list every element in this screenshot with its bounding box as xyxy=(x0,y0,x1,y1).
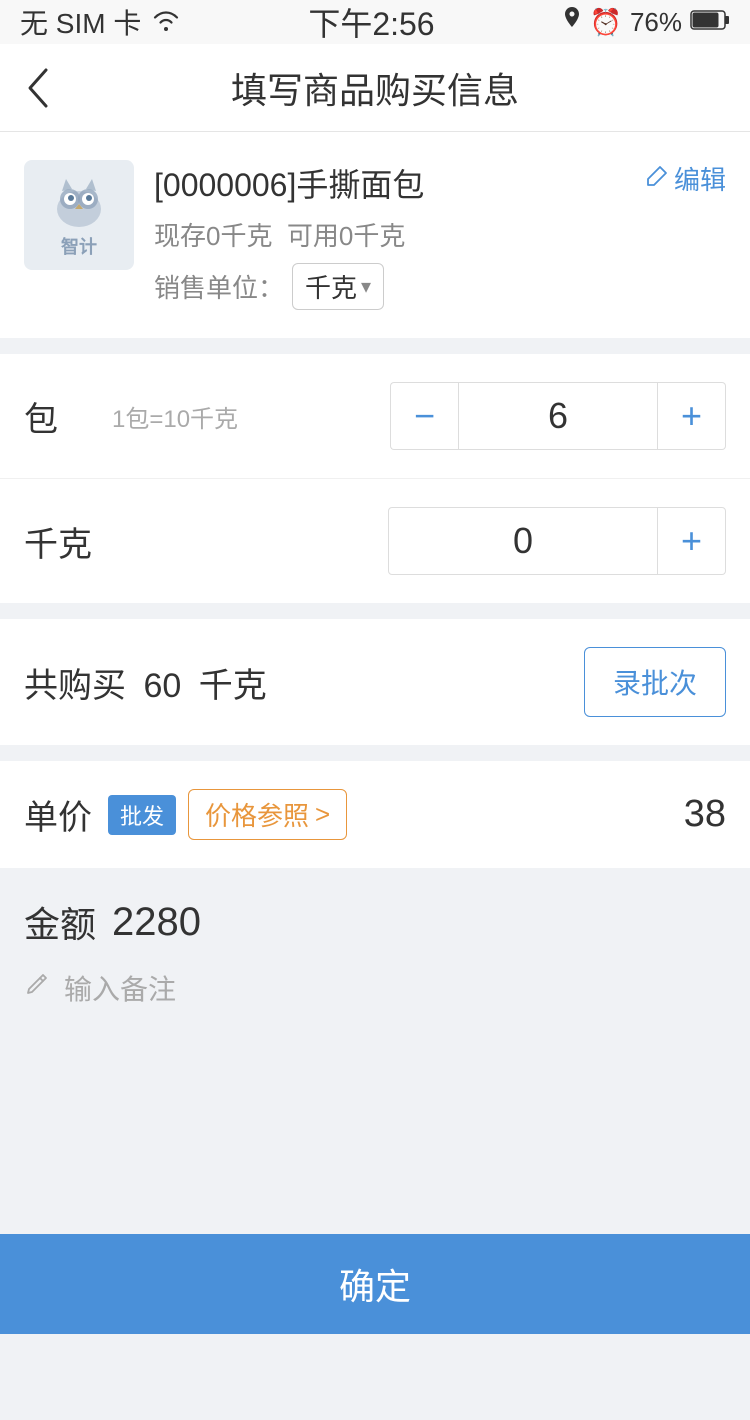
amount-label: 金额 xyxy=(24,896,96,948)
status-bar: 无 SIM 卡 下午2:56 ⏰ 76% xyxy=(0,0,750,44)
total-section: 共购买 60 千克 录批次 xyxy=(0,619,750,745)
price-label: 单价 xyxy=(24,790,92,839)
edit-button[interactable]: 编辑 xyxy=(646,160,726,197)
status-left: 无 SIM 卡 xyxy=(20,2,181,42)
edit-icon xyxy=(646,163,670,194)
product-info: [0000006]手撕面包 现存0千克 可用0千克 销售单位： 千克 ▾ xyxy=(154,160,726,310)
bag-hint: 1包=10千克 xyxy=(112,399,390,434)
remark-placeholder: 输入备注 xyxy=(64,968,176,1008)
price-section: 单价 批发 价格参照 > 38 xyxy=(0,761,750,868)
bag-minus-button[interactable]: − xyxy=(390,382,458,450)
price-reference-button[interactable]: 价格参照 > xyxy=(188,789,347,840)
unit-select[interactable]: 千克 ▾ xyxy=(292,263,384,310)
pencil-icon xyxy=(24,971,52,1006)
kg-quantity-controls: + xyxy=(388,507,726,575)
total-text: 共购买 60 千克 xyxy=(24,658,267,707)
status-time: 下午2:56 xyxy=(308,0,434,45)
kg-plus-button[interactable]: + xyxy=(658,507,726,575)
back-button[interactable] xyxy=(24,64,52,112)
quantity-section: 包 1包=10千克 − + 千克 + xyxy=(0,354,750,603)
bag-plus-button[interactable]: + xyxy=(658,382,726,450)
wifi-icon xyxy=(151,6,181,38)
price-tag: 批发 xyxy=(108,795,176,835)
amount-value: 2280 xyxy=(112,900,201,945)
unit-select-arrow: ▾ xyxy=(361,274,371,299)
alarm-icon: ⏰ xyxy=(590,7,622,38)
confirm-button[interactable]: 确定 xyxy=(0,1234,750,1334)
price-ref-arrow: > xyxy=(315,799,330,830)
kg-quantity-row: 千克 + xyxy=(0,479,750,603)
bag-label: 包 xyxy=(24,392,104,441)
bag-quantity-row: 包 1包=10千克 − + xyxy=(0,354,750,479)
carrier-label: 无 SIM 卡 xyxy=(20,2,141,42)
batch-button[interactable]: 录批次 xyxy=(584,647,726,717)
kg-label: 千克 xyxy=(24,517,104,566)
battery-icon xyxy=(690,7,730,38)
total-amount: 60 xyxy=(143,667,181,705)
product-name: [0000006]手撕面包 xyxy=(154,160,726,206)
bag-quantity-input[interactable] xyxy=(458,382,658,450)
remark-row[interactable]: 输入备注 xyxy=(24,968,726,1008)
product-image: 智计 xyxy=(24,160,134,270)
product-section: 智计 [0000006]手撕面包 现存0千克 可用0千克 销售单位： 千克 ▾ xyxy=(0,132,750,338)
location-icon xyxy=(562,7,582,38)
product-stock: 现存0千克 可用0千克 xyxy=(154,216,726,253)
amount-row: 金额 2280 xyxy=(24,896,726,948)
amount-section: 金额 2280 输入备注 xyxy=(0,868,750,1020)
bag-quantity-controls: − + xyxy=(390,382,726,450)
status-right: ⏰ 76% xyxy=(562,7,730,38)
price-value: 38 xyxy=(684,793,726,836)
kg-quantity-input[interactable] xyxy=(388,507,658,575)
product-logo: 智计 xyxy=(44,171,114,259)
product-unit: 销售单位： 千克 ▾ xyxy=(154,263,726,310)
battery-label: 76% xyxy=(630,7,682,38)
nav-bar: 填写商品购买信息 xyxy=(0,44,750,132)
page-title: 填写商品购买信息 xyxy=(231,62,519,114)
